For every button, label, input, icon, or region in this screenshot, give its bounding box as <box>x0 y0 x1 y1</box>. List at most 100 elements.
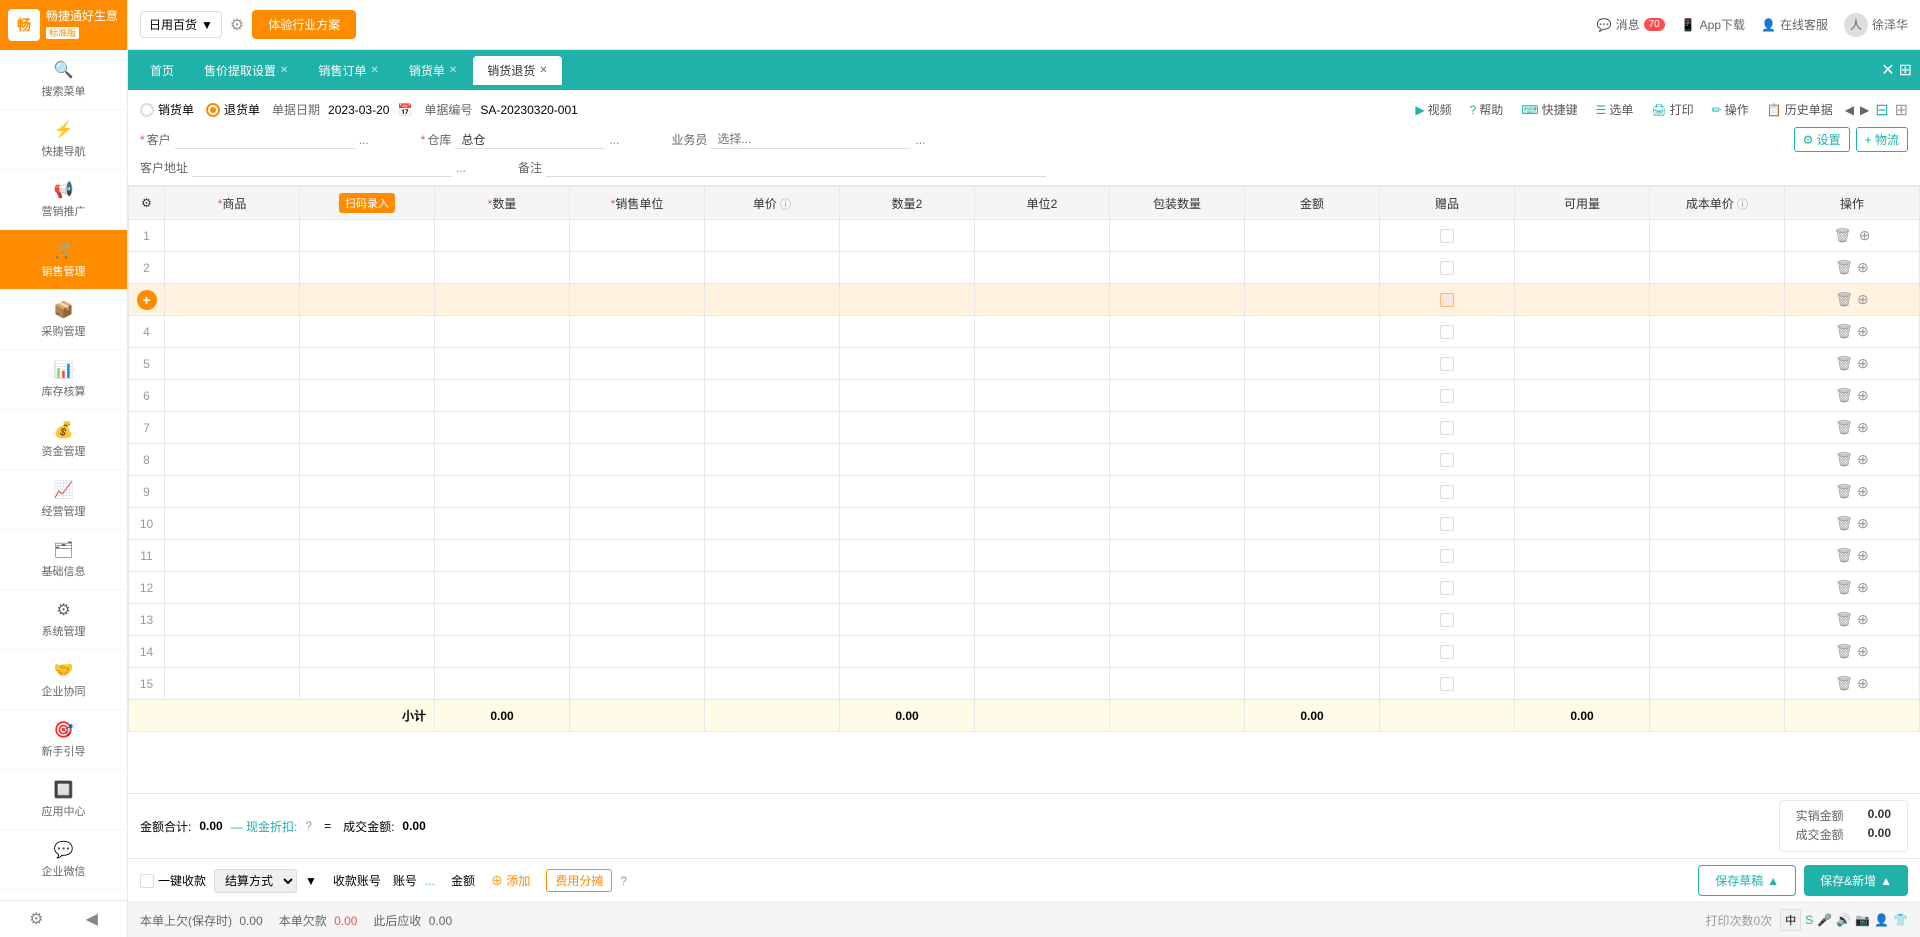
del-9[interactable]: 🗑 <box>1835 483 1853 499</box>
sidebar-item-operations[interactable]: 📈 经营管理 <box>0 470 127 530</box>
radio-sale[interactable]: 销货单 <box>140 101 194 118</box>
sidebar-item-enterprise[interactable]: 🤝 企业协同 <box>0 650 127 710</box>
nav-next-icon[interactable]: ▶ <box>1860 103 1869 117</box>
sidebar-item-sales[interactable]: 🛒 销售管理 <box>0 230 127 290</box>
sidebar-item-marketing[interactable]: 📢 营销推广 <box>0 170 127 230</box>
gift-checkbox-11[interactable] <box>1440 549 1454 563</box>
topbar-gear-icon[interactable]: ⚙ <box>230 15 244 35</box>
list-view-icon[interactable]: ⊞ <box>1895 100 1908 120</box>
delete-icon-2[interactable]: 🗑 <box>1835 259 1853 275</box>
sidebar-item-purchase[interactable]: 📦 采购管理 <box>0 290 127 350</box>
copy-9[interactable]: ⊕ <box>1857 483 1869 499</box>
copy-14[interactable]: ⊕ <box>1857 643 1869 659</box>
tab-returns[interactable]: 销货退货 ✕ <box>473 56 561 85</box>
customer-input[interactable] <box>175 130 355 149</box>
gift-checkbox-8[interactable] <box>1440 453 1454 467</box>
tab-sales-order[interactable]: 销售订单 ✕ <box>304 56 392 85</box>
add-payment-button[interactable]: ⊕ 添加 <box>491 872 530 889</box>
sidebar-settings-icon[interactable]: ⚙ <box>29 909 43 929</box>
del-12[interactable]: 🗑 <box>1835 579 1853 595</box>
cost-info-icon[interactable]: ⓘ <box>1737 199 1748 211</box>
tab-sales-close[interactable]: ✕ <box>449 65 457 76</box>
save-new-button[interactable]: 保存&新增 ▲ <box>1804 865 1908 896</box>
calendar-icon[interactable]: 📅 <box>397 103 412 117</box>
del-13[interactable]: 🗑 <box>1835 611 1853 627</box>
gift-checkbox-13[interactable] <box>1440 613 1454 627</box>
toolbar-edit[interactable]: ✏ 操作 <box>1706 98 1755 121</box>
row-qty[interactable] <box>435 220 570 252</box>
copy-8[interactable]: ⊕ <box>1857 451 1869 467</box>
row-unit2[interactable] <box>975 220 1110 252</box>
toolbar-history[interactable]: 📋 历史单据 <box>1761 98 1839 121</box>
message-btn[interactable]: 💬 消息 70 <box>1597 16 1665 33</box>
gift-checkbox-14[interactable] <box>1440 645 1454 659</box>
toolbar-help[interactable]: ? 帮助 <box>1464 98 1510 121</box>
copy-10[interactable]: ⊕ <box>1857 515 1869 531</box>
sidebar-item-apps[interactable]: 🔲 应用中心 <box>0 770 127 830</box>
copy-15[interactable]: ⊕ <box>1857 675 1869 691</box>
add-logistics-button[interactable]: + 物流 <box>1856 127 1908 152</box>
note-input[interactable] <box>546 158 1046 177</box>
customer-dots[interactable]: ... <box>359 133 369 147</box>
del-7[interactable]: 🗑 <box>1835 419 1853 435</box>
column-settings-icon[interactable]: ⚙ <box>141 196 152 210</box>
copy-11[interactable]: ⊕ <box>1857 547 1869 563</box>
row-available[interactable] <box>1515 220 1650 252</box>
sidebar-item-system[interactable]: ⚙ 系统管理 <box>0 590 127 650</box>
del-5[interactable]: 🗑 <box>1835 355 1853 371</box>
industry-selector[interactable]: 日用百货 ▼ <box>140 11 222 38</box>
tab-returns-close[interactable]: ✕ <box>539 65 547 76</box>
gift-checkbox-7[interactable] <box>1440 421 1454 435</box>
toolbar-shortcuts[interactable]: ⌨ 快捷键 <box>1515 98 1583 121</box>
th-setting[interactable]: ⚙ <box>129 187 165 220</box>
grid-view-icon[interactable]: ⊟ <box>1875 100 1888 120</box>
tool-shirt-icon[interactable]: 👕 <box>1893 913 1908 927</box>
sidebar-collapse-icon[interactable]: ◀ <box>86 909 98 929</box>
gift-checkbox-9[interactable] <box>1440 485 1454 499</box>
warehouse-input[interactable] <box>455 130 605 149</box>
sidebar-item-search[interactable]: 🔍 搜索菜单 <box>0 50 127 110</box>
nav-prev-icon[interactable]: ◀ <box>1845 103 1854 117</box>
copy-12[interactable]: ⊕ <box>1857 579 1869 595</box>
toolbar-video[interactable]: ▶ 视频 <box>1409 98 1457 121</box>
save-draft-button[interactable]: 保存草稿 ▲ <box>1698 865 1796 896</box>
gift-checkbox-4[interactable] <box>1440 325 1454 339</box>
row-cost[interactable] <box>1650 220 1785 252</box>
gift-checkbox-15[interactable] <box>1440 677 1454 691</box>
add-row-button[interactable]: + <box>137 290 157 310</box>
staff-dots[interactable]: ... <box>915 133 925 147</box>
copy-7[interactable]: ⊕ <box>1857 419 1869 435</box>
fee-split-button[interactable]: 费用分摊 <box>546 869 612 892</box>
tool-person-icon[interactable]: 👤 <box>1874 913 1889 927</box>
goods-input-1[interactable] <box>169 229 295 243</box>
tool-camera-icon[interactable]: 📷 <box>1855 913 1870 927</box>
settings-button[interactable]: ⚙ 设置 <box>1794 127 1850 152</box>
tool-mic-icon[interactable]: 🎤 <box>1817 913 1832 927</box>
gift-checkbox-10[interactable] <box>1440 517 1454 531</box>
discount-help-icon[interactable]: ? <box>305 819 312 833</box>
del-4[interactable]: 🗑 <box>1835 323 1853 339</box>
tool-zh-icon[interactable]: 中 <box>1780 909 1801 931</box>
gift-checkbox-5[interactable] <box>1440 357 1454 371</box>
pay-checkbox[interactable] <box>140 874 154 888</box>
toolbar-print[interactable]: 🖨 打印 <box>1645 98 1699 121</box>
gift-checkbox-2[interactable] <box>1440 261 1454 275</box>
gift-checkbox-1[interactable] <box>1440 229 1454 243</box>
row-amount[interactable] <box>1245 220 1380 252</box>
scan-button[interactable]: 扫码录入 <box>339 193 395 213</box>
del-10[interactable]: 🗑 <box>1835 515 1853 531</box>
goods-input-3[interactable] <box>169 293 295 307</box>
sidebar-item-wechat[interactable]: 💬 企业微信 <box>0 830 127 890</box>
toolbar-select[interactable]: ☰ 选单 <box>1590 98 1640 121</box>
sidebar-item-basics[interactable]: 🗂 基础信息 <box>0 530 127 590</box>
tab-sales[interactable]: 销货单 ✕ <box>395 56 471 85</box>
experience-button[interactable]: 体验行业方案 <box>252 10 356 39</box>
gift-checkbox-3[interactable] <box>1440 293 1454 307</box>
sidebar-item-finance[interactable]: 💰 资金管理 <box>0 410 127 470</box>
tab-expand-icon[interactable]: ⊞ <box>1899 60 1912 80</box>
gift-checkbox-12[interactable] <box>1440 581 1454 595</box>
address-input[interactable] <box>192 158 452 177</box>
copy-icon-2[interactable]: ⊕ <box>1857 259 1869 275</box>
row-unit[interactable] <box>570 220 705 252</box>
copy-4[interactable]: ⊕ <box>1857 323 1869 339</box>
